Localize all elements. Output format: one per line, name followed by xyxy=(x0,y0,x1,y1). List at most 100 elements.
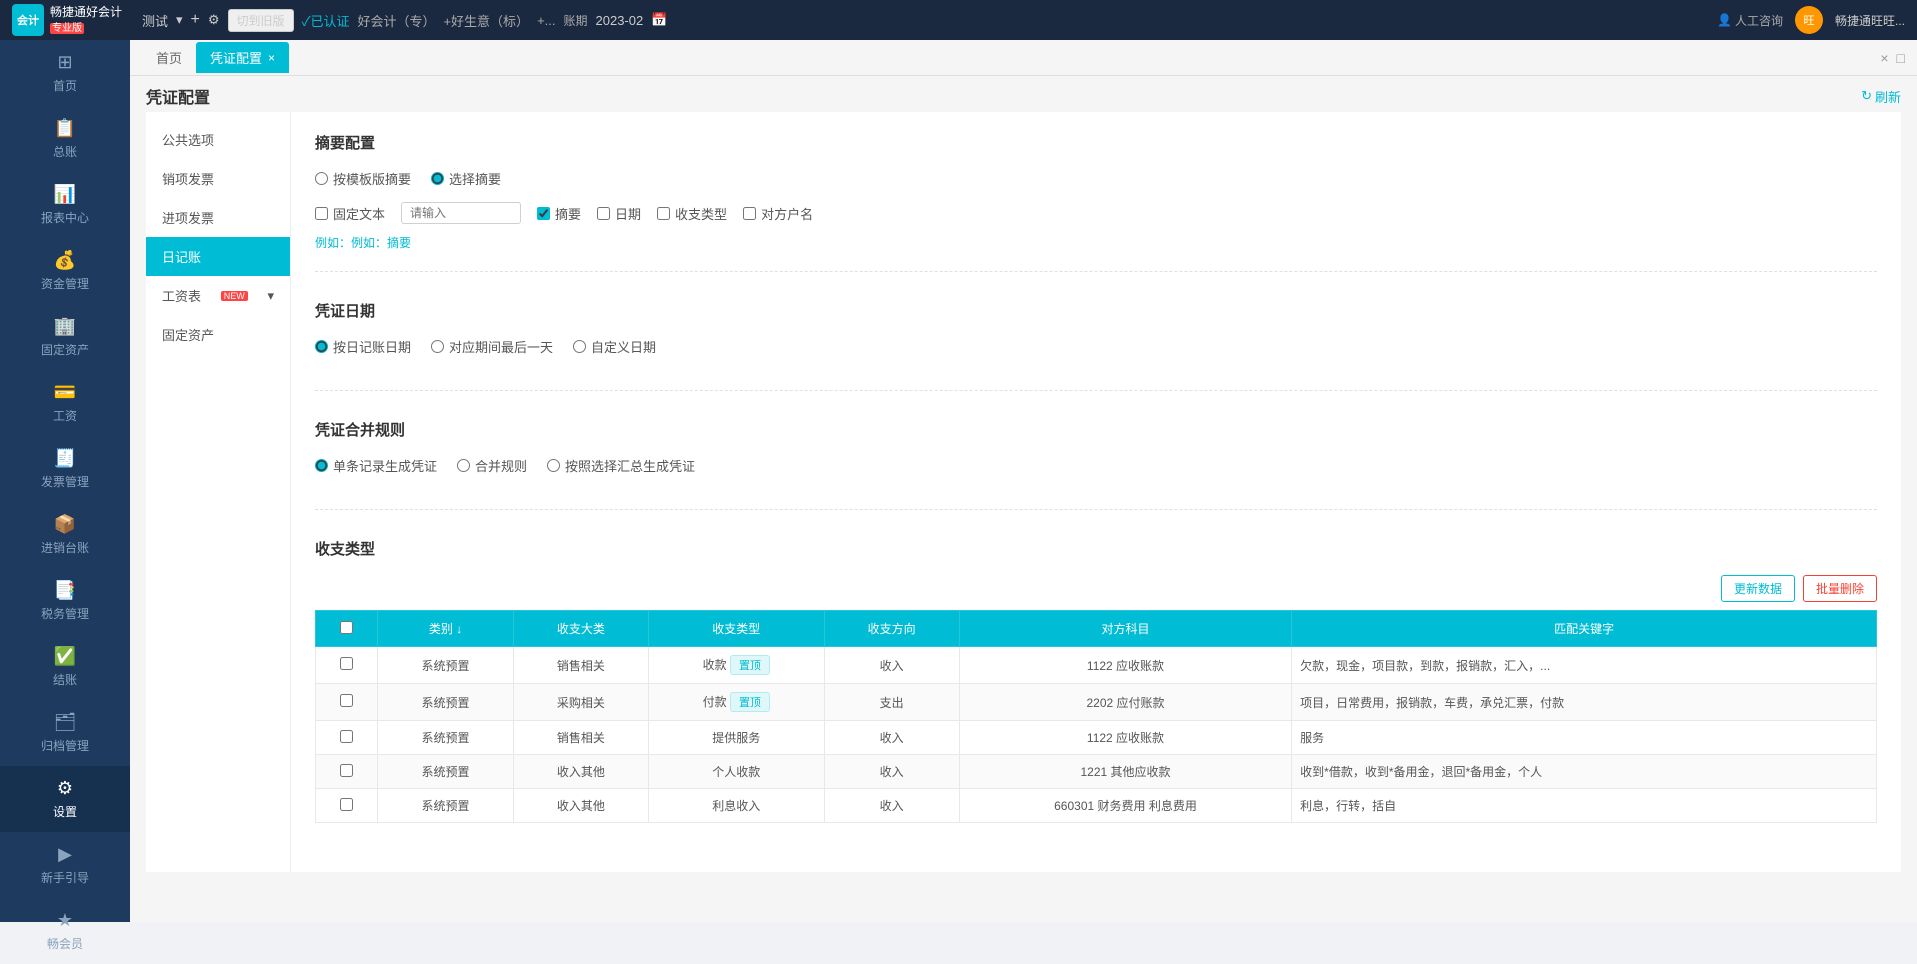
refresh-button[interactable]: ↻ 刷新 xyxy=(1861,87,1901,106)
sidebar-item-settle[interactable]: ✅ 结账 xyxy=(0,634,130,700)
date-radio-diary[interactable]: 按日记账日期 xyxy=(315,337,411,356)
sidebar-item-invoice[interactable]: 🧾 发票管理 xyxy=(0,436,130,502)
nav-fixed-assets[interactable]: 固定资产 xyxy=(146,315,290,354)
table-header-category: 类别 ↓ xyxy=(378,611,513,647)
sidebar-item-label: 资金管理 xyxy=(41,275,89,292)
tag-reset[interactable]: 置顶 xyxy=(730,692,770,712)
merge-radio-group: 单条记录生成凭证 合并规则 按照选择汇总生成凭证 xyxy=(315,456,1877,475)
member-icon: ★ xyxy=(57,910,73,931)
good-acc-badge: 好会计（专） xyxy=(357,11,435,30)
merge-radio-rule[interactable]: 合并规则 xyxy=(457,456,527,475)
sidebar-item-reports[interactable]: 📊 报表中心 xyxy=(0,172,130,238)
merge-radio-summary[interactable]: 按照选择汇总生成凭证 xyxy=(547,456,695,475)
table-cell-direction: 收入 xyxy=(824,647,959,684)
nav-sales-invoice[interactable]: 销项发票 xyxy=(146,159,290,198)
summary-section: 摘要配置 按模板版摘要 选择摘要 xyxy=(315,132,1877,272)
tab-home[interactable]: 首页 xyxy=(142,42,196,73)
update-data-button[interactable]: 更新数据 xyxy=(1721,575,1795,602)
row-checkbox[interactable] xyxy=(340,798,353,811)
nav-diary[interactable]: 日记账 xyxy=(146,237,290,276)
logo-text: 畅捷通好会计 专业版 xyxy=(50,5,122,34)
checkbox-date[interactable]: 日期 xyxy=(597,204,641,223)
row-checkbox[interactable] xyxy=(340,730,353,743)
sidebar-item-funds[interactable]: 💰 资金管理 xyxy=(0,238,130,304)
sidebar-item-label: 进销台账 xyxy=(41,539,89,556)
service-button[interactable]: 👤 人工咨询 xyxy=(1717,12,1783,29)
table-cell-sub_type: 收款 置顶 xyxy=(648,647,824,684)
calendar-icon[interactable]: 📅 xyxy=(651,12,667,28)
sidebar-item-label: 税务管理 xyxy=(41,605,89,622)
checkbox-type[interactable]: 收支类型 xyxy=(657,204,727,223)
sidebar-item-archive[interactable]: 🗂 归档管理 xyxy=(0,700,130,766)
header-settings-icon[interactable]: ⚙ xyxy=(208,12,220,28)
table-cell-subject: 660301 财务费用 利息费用 xyxy=(959,789,1291,823)
logo-icon: 会计 xyxy=(12,4,44,36)
sidebar-item-ledger[interactable]: 📋 总账 xyxy=(0,106,130,172)
nav-public[interactable]: 公共选项 xyxy=(146,120,290,159)
table-cell-direction: 收入 xyxy=(824,721,959,755)
table-row: 系统预置销售相关提供服务收入1122 应收账款服务 xyxy=(316,721,1877,755)
nav-payroll[interactable]: 工资表 NEW ▾ xyxy=(146,276,290,315)
period-value: 2023-02 xyxy=(596,13,644,28)
archive-icon: 🗂 xyxy=(54,712,77,733)
sidebar-item-label: 总账 xyxy=(53,143,77,160)
sidebar-item-label: 发票管理 xyxy=(41,473,89,490)
checkbox-summary[interactable]: 摘要 xyxy=(537,204,581,223)
table-cell-category: 系统预置 xyxy=(378,684,513,721)
sidebar-item-salary[interactable]: 💳 工资 xyxy=(0,370,130,436)
tax-icon: 📑 xyxy=(54,580,76,601)
table-header-direction: 收支方向 xyxy=(824,611,959,647)
salary-icon: 💳 xyxy=(54,382,76,403)
add-button[interactable]: + xyxy=(191,11,200,29)
row-checkbox[interactable] xyxy=(340,764,353,777)
good-biz-badge: +好生意（标） xyxy=(443,11,529,30)
maximize-window-icon[interactable]: □ xyxy=(1897,50,1905,66)
sidebar-item-trade[interactable]: 📦 进销台账 xyxy=(0,502,130,568)
batch-delete-button[interactable]: 批量删除 xyxy=(1803,575,1877,602)
merge-radio-single[interactable]: 单条记录生成凭证 xyxy=(315,456,437,475)
row-checkbox[interactable] xyxy=(340,657,353,670)
funds-icon: 💰 xyxy=(54,250,76,271)
row-checkbox[interactable] xyxy=(340,694,353,707)
checkbox-fixed-text[interactable]: 固定文本 xyxy=(315,204,385,223)
table-cell-category: 系统预置 xyxy=(378,755,513,789)
sidebar-item-settings[interactable]: ⚙ 设置 xyxy=(0,766,130,832)
sidebar-item-tax[interactable]: 📑 税务管理 xyxy=(0,568,130,634)
table-cell-main_type: 收入其他 xyxy=(513,755,648,789)
page-title: 凭证配置 xyxy=(146,84,210,108)
sidebar-item-label: 畅会员 xyxy=(47,935,83,952)
tab-voucher-config[interactable]: 凭证配置 × xyxy=(196,42,289,73)
nav-purchase-invoice[interactable]: 进项发票 xyxy=(146,198,290,237)
table-header-main-type: 收支大类 xyxy=(513,611,648,647)
date-radio-last[interactable]: 对应期间最后一天 xyxy=(431,337,553,356)
tab-close-icon[interactable]: × xyxy=(268,51,275,65)
table-cell-keywords: 利息，行转，括自 xyxy=(1292,789,1877,823)
company-dropdown[interactable]: ▾ xyxy=(176,12,183,28)
chevron-down-icon: ▾ xyxy=(267,288,274,304)
sidebar-item-label: 归档管理 xyxy=(41,737,89,754)
summary-radio-template[interactable]: 按模板版摘要 xyxy=(315,169,411,188)
summary-radio-select[interactable]: 选择摘要 xyxy=(431,169,501,188)
user-avatar: 旺 xyxy=(1795,6,1823,34)
sidebar-item-guide[interactable]: ▶ 新手引导 xyxy=(0,832,130,898)
switch-version-button[interactable]: 切到旧版 xyxy=(228,9,294,32)
close-window-icon[interactable]: × xyxy=(1880,50,1888,66)
table-row: 系统预置采购相关付款 置顶支出2202 应付账款项目，日常费用，报销款，车费，承… xyxy=(316,684,1877,721)
sidebar-item-assets[interactable]: 🏢 固定资产 xyxy=(0,304,130,370)
table-header-checkbox[interactable] xyxy=(316,611,378,647)
page-header: 凭证配置 ↻ 刷新 xyxy=(130,76,1917,112)
summary-radio-group: 按模板版摘要 选择摘要 xyxy=(315,169,1877,188)
checkbox-counterparty[interactable]: 对方户名 xyxy=(743,204,813,223)
date-radio-custom[interactable]: 自定义日期 xyxy=(573,337,656,356)
sidebar-item-member[interactable]: ★ 畅会员 xyxy=(0,898,130,964)
table-cell-category: 系统预置 xyxy=(378,789,513,823)
fixed-text-input[interactable] xyxy=(401,202,521,224)
reports-icon: 📊 xyxy=(54,184,76,205)
user-name[interactable]: 畅捷通旺旺... xyxy=(1835,12,1905,29)
header-center: 测试 ▾ + ⚙ 切到旧版 ✓已认证 好会计（专） +好生意（标） +... 账… xyxy=(142,9,1717,32)
sidebar-item-label: 结账 xyxy=(53,671,77,688)
more-badge: +... xyxy=(537,13,555,28)
table-header-sub-type: 收支类型 xyxy=(648,611,824,647)
sidebar-item-home[interactable]: ⊞ 首页 xyxy=(0,40,130,106)
tag-reset[interactable]: 置顶 xyxy=(730,655,770,675)
